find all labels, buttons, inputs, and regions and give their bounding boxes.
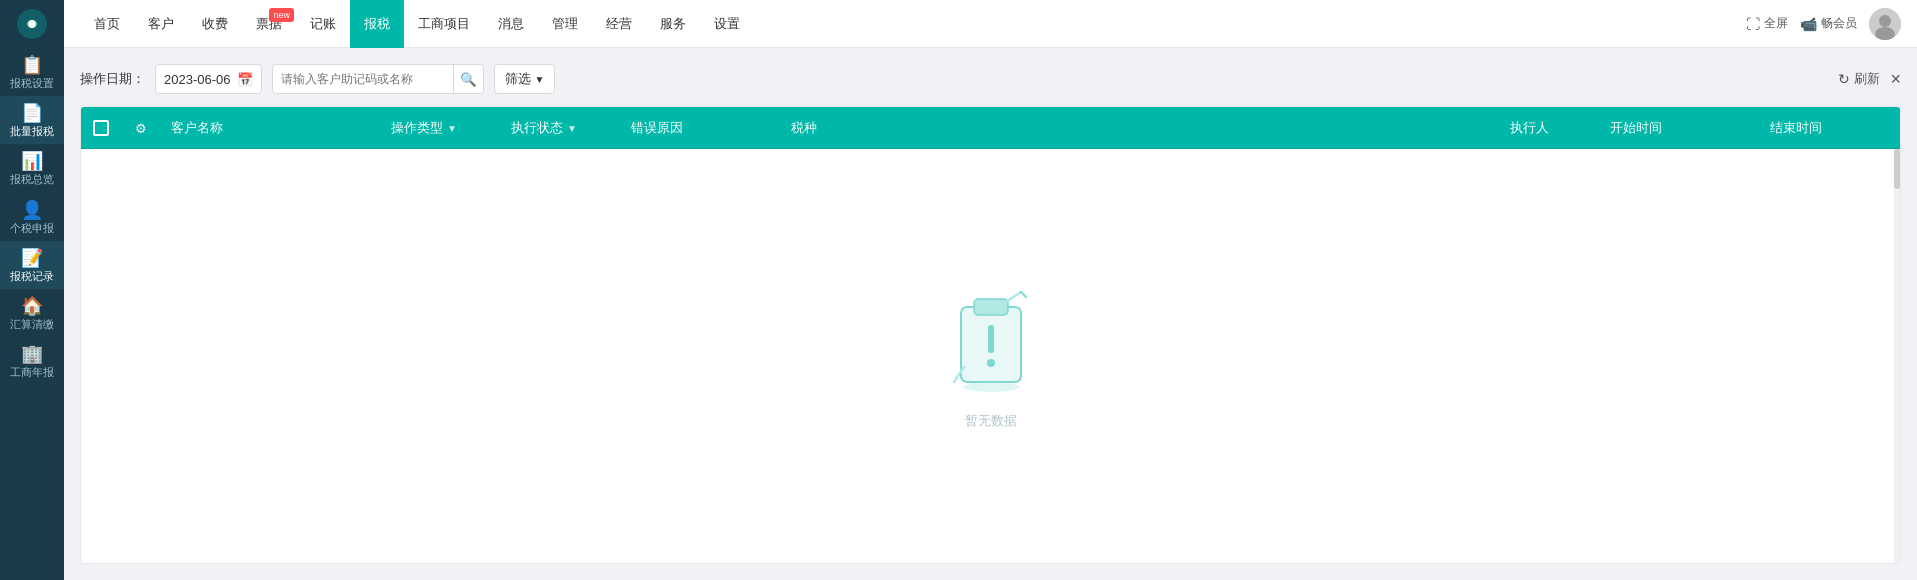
- sidebar-item-baoshui-shezhi[interactable]: 📋 报税设置: [0, 48, 64, 96]
- nav-item-jingying[interactable]: 经营: [592, 0, 646, 48]
- th-end-time: 结束时间: [1760, 107, 1900, 149]
- th-error-reason: 错误原因: [621, 107, 781, 149]
- sidebar-item-geshui-shenbao[interactable]: 👤 个税申报: [0, 193, 64, 241]
- th-exec-status[interactable]: 执行状态 ▼: [501, 107, 621, 149]
- sidebar-item-label: 报税记录: [10, 270, 54, 283]
- personal-tax-icon: 👤: [21, 201, 43, 219]
- video-icon: 📹: [1800, 16, 1817, 32]
- nav-items: 首页 客户 收费 票据 new 记账 报税 工商项目 消息: [80, 0, 1746, 48]
- table: ⚙ 客户名称 操作类型 ▼ 执行状态 ▼ 错误原因 税种: [80, 106, 1901, 564]
- nav-item-shoufei[interactable]: 收费: [188, 0, 242, 48]
- svg-point-8: [987, 359, 995, 367]
- svg-rect-6: [974, 299, 1008, 315]
- sidebar-item-label: 个税申报: [10, 222, 54, 235]
- sidebar-item-huisuan-jiaona[interactable]: 🏠 汇算清缴: [0, 289, 64, 337]
- refresh-icon: ↻: [1838, 71, 1850, 87]
- fullscreen-button[interactable]: ⛶ 全屏: [1746, 15, 1788, 32]
- search-icon: 🔍: [460, 72, 477, 87]
- report-overview-icon: 📊: [21, 152, 43, 170]
- nav-item-home[interactable]: 首页: [80, 0, 134, 48]
- svg-line-9: [1006, 292, 1021, 302]
- sidebar-item-label: 工商年报: [10, 366, 54, 379]
- annual-report-icon: 🏢: [21, 345, 43, 363]
- nav-item-baoshui[interactable]: 报税: [350, 0, 404, 48]
- filter-button[interactable]: 筛选 ▼: [494, 64, 556, 94]
- date-input[interactable]: 2023-06-06 📅: [155, 64, 262, 94]
- sidebar-item-piliang-baoshui[interactable]: 📄 批量报税: [0, 96, 64, 144]
- svg-point-11: [963, 382, 1019, 392]
- empty-text: 暂无数据: [965, 412, 1017, 430]
- sidebar-item-label: 报税设置: [10, 77, 54, 90]
- nav-item-jizhang[interactable]: 记账: [296, 0, 350, 48]
- svg-point-1: [28, 20, 36, 28]
- svg-line-10: [1021, 292, 1026, 297]
- topnav: 首页 客户 收费 票据 new 记账 报税 工商项目 消息: [64, 0, 1917, 48]
- nav-item-fuwu[interactable]: 服务: [646, 0, 700, 48]
- th-tax-type: 税种: [781, 107, 1500, 149]
- sidebar-item-label: 报税总览: [10, 173, 54, 186]
- sidebar-logo: [0, 0, 64, 48]
- batch-report-icon: 📄: [21, 104, 43, 122]
- search-wrap: 🔍: [272, 64, 484, 94]
- svg-rect-7: [988, 325, 994, 353]
- refresh-button[interactable]: ↻ 刷新: [1838, 70, 1880, 88]
- settlement-icon: 🏠: [21, 297, 43, 315]
- sidebar-item-label: 批量报税: [10, 125, 54, 138]
- avatar[interactable]: [1869, 8, 1901, 40]
- nav-item-xiaoxi[interactable]: 消息: [484, 0, 538, 48]
- svg-point-3: [1879, 15, 1891, 27]
- empty-illustration: [941, 282, 1041, 402]
- th-customer-name: 客户名称: [161, 107, 381, 149]
- chevron-down-icon: ▼: [535, 74, 545, 85]
- nav-item-piao[interactable]: 票据 new: [242, 0, 296, 48]
- scrollbar-thumb[interactable]: [1894, 149, 1900, 189]
- date-label: 操作日期：: [80, 70, 145, 88]
- sort-icon: ▼: [567, 123, 577, 134]
- nav-item-guanli[interactable]: 管理: [538, 0, 592, 48]
- tax-record-icon: 📝: [21, 249, 43, 267]
- table-header: ⚙ 客户名称 操作类型 ▼ 执行状态 ▼ 错误原因 税种: [81, 107, 1900, 149]
- sort-icon: ▼: [447, 123, 457, 134]
- close-button[interactable]: ×: [1890, 70, 1901, 88]
- calendar-icon: 📅: [237, 72, 253, 87]
- select-all-checkbox[interactable]: [93, 120, 109, 136]
- member-button[interactable]: 📹 畅会员: [1800, 15, 1857, 32]
- nav-item-shezhi[interactable]: 设置: [700, 0, 754, 48]
- sidebar-item-baoshui-zonglai[interactable]: 📊 报税总览: [0, 144, 64, 192]
- sidebar-item-label: 汇算清缴: [10, 318, 54, 331]
- main: 首页 客户 收费 票据 new 记账 报税 工商项目 消息: [64, 0, 1917, 580]
- new-badge: new: [269, 8, 294, 22]
- nav-item-customer[interactable]: 客户: [134, 0, 188, 48]
- topnav-right: ⛶ 全屏 📹 畅会员: [1746, 8, 1901, 40]
- settings-icon: ⚙: [135, 121, 147, 136]
- th-settings[interactable]: ⚙: [121, 107, 161, 149]
- th-checkbox[interactable]: [81, 107, 121, 149]
- fullscreen-icon: ⛶: [1746, 16, 1760, 32]
- sidebar: 📋 报税设置 📄 批量报税 📊 报税总览 👤 个税申报 📝 报税记录 🏠 汇算清…: [0, 0, 64, 580]
- th-start-time: 开始时间: [1600, 107, 1760, 149]
- search-button[interactable]: 🔍: [453, 64, 483, 94]
- th-executor: 执行人: [1500, 107, 1600, 149]
- toolbar: 操作日期： 2023-06-06 📅 🔍 筛选 ▼ ↻ 刷新 ×: [80, 64, 1901, 94]
- sidebar-item-gongshang-nianbao[interactable]: 🏢 工商年报: [0, 337, 64, 385]
- nav-item-gongshang-xiangmu[interactable]: 工商项目: [404, 0, 484, 48]
- table-body: 暂无数据: [81, 149, 1900, 563]
- th-operation-type[interactable]: 操作类型 ▼: [381, 107, 501, 149]
- content: 操作日期： 2023-06-06 📅 🔍 筛选 ▼ ↻ 刷新 ×: [64, 48, 1917, 580]
- scrollbar[interactable]: [1894, 149, 1900, 563]
- report-settings-icon: 📋: [21, 56, 43, 74]
- search-input[interactable]: [273, 72, 453, 86]
- sidebar-item-baoshui-jilu[interactable]: 📝 报税记录: [0, 241, 64, 289]
